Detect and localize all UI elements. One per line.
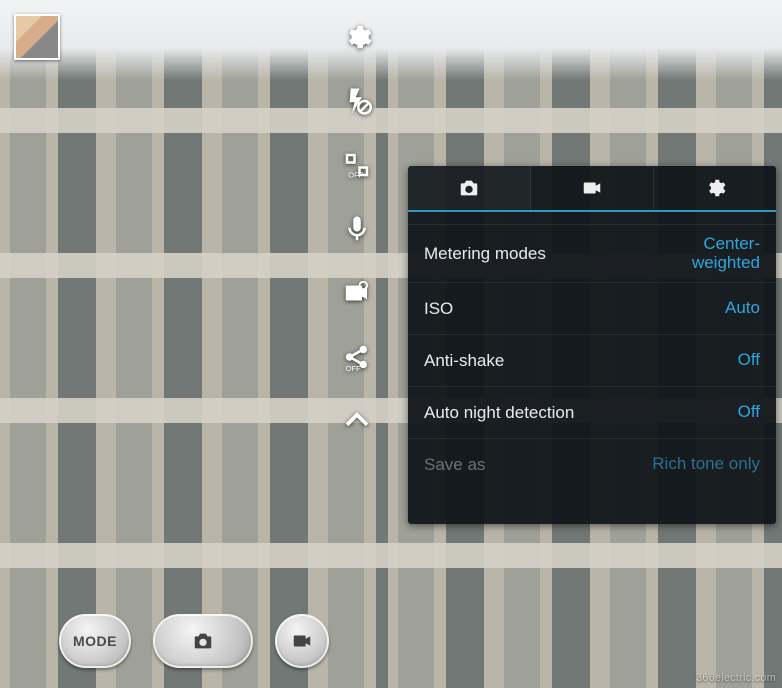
mode-button[interactable]: MODE (59, 614, 131, 668)
settings-row-value: Off (738, 403, 760, 422)
settings-row[interactable]: ISO Auto (408, 282, 776, 334)
gear-icon[interactable] (338, 18, 376, 56)
video-icon (290, 630, 314, 652)
gallery-thumbnail[interactable] (14, 14, 60, 60)
settings-row[interactable]: Auto night detection Off (408, 386, 776, 438)
settings-row-label: Auto night detection (424, 403, 574, 423)
settings-row-value: Rich tone only (652, 455, 760, 474)
svg-text:OFF: OFF (348, 171, 363, 180)
settings-list[interactable]: Face detectionOn Metering modes Center- we… (408, 212, 776, 524)
tab-video[interactable] (531, 166, 654, 210)
photo-shutter-button[interactable] (153, 614, 253, 668)
tab-camera[interactable] (408, 166, 531, 210)
settings-row-label: ISO (424, 299, 453, 319)
video-icon (579, 177, 605, 199)
camera-viewfinder-right: Face detectionOn Metering modes Center- we… (388, 0, 782, 688)
camera-icon (456, 177, 482, 199)
settings-row-label: Save as (424, 455, 485, 475)
svg-text:OFF: OFF (346, 364, 361, 372)
exposure-off-icon[interactable]: OFF (338, 146, 376, 184)
settings-tab-bar (408, 166, 776, 212)
settings-row[interactable]: Face detectionOn (408, 212, 776, 224)
settings-row-label: Anti-shake (424, 351, 504, 371)
settings-row-value: Auto (725, 299, 760, 318)
mic-icon[interactable] (338, 210, 376, 248)
settings-row-value: Center- weighted (692, 235, 760, 272)
video-record-button[interactable] (275, 614, 329, 668)
settings-row[interactable]: Save as Rich tone only (408, 438, 776, 490)
share-off-icon[interactable]: OFF (338, 338, 376, 376)
flash-off-icon[interactable] (338, 82, 376, 120)
settings-row-label: Metering modes (424, 244, 546, 264)
mode-button-label: MODE (73, 633, 117, 649)
settings-row[interactable]: Anti-shake Off (408, 334, 776, 386)
camera-icon (191, 630, 215, 652)
video-effect-icon[interactable] (338, 274, 376, 312)
settings-row[interactable]: Metering modes Center- weighted (408, 224, 776, 282)
viewfinder-background (0, 0, 388, 688)
bottom-action-bar: MODE (0, 614, 388, 668)
gear-icon (702, 177, 728, 199)
watermark-text: 366electric.com (696, 672, 776, 684)
settings-row-value: Off (738, 351, 760, 370)
camera-viewfinder-left: OFF OFF MODE (0, 0, 388, 688)
sky-area (388, 0, 782, 80)
quick-settings-sidebar: OFF OFF (334, 18, 380, 440)
tab-settings[interactable] (654, 166, 776, 210)
camera-settings-panel: Face detectionOn Metering modes Center- we… (408, 166, 776, 524)
chevron-up-icon[interactable] (338, 402, 376, 440)
